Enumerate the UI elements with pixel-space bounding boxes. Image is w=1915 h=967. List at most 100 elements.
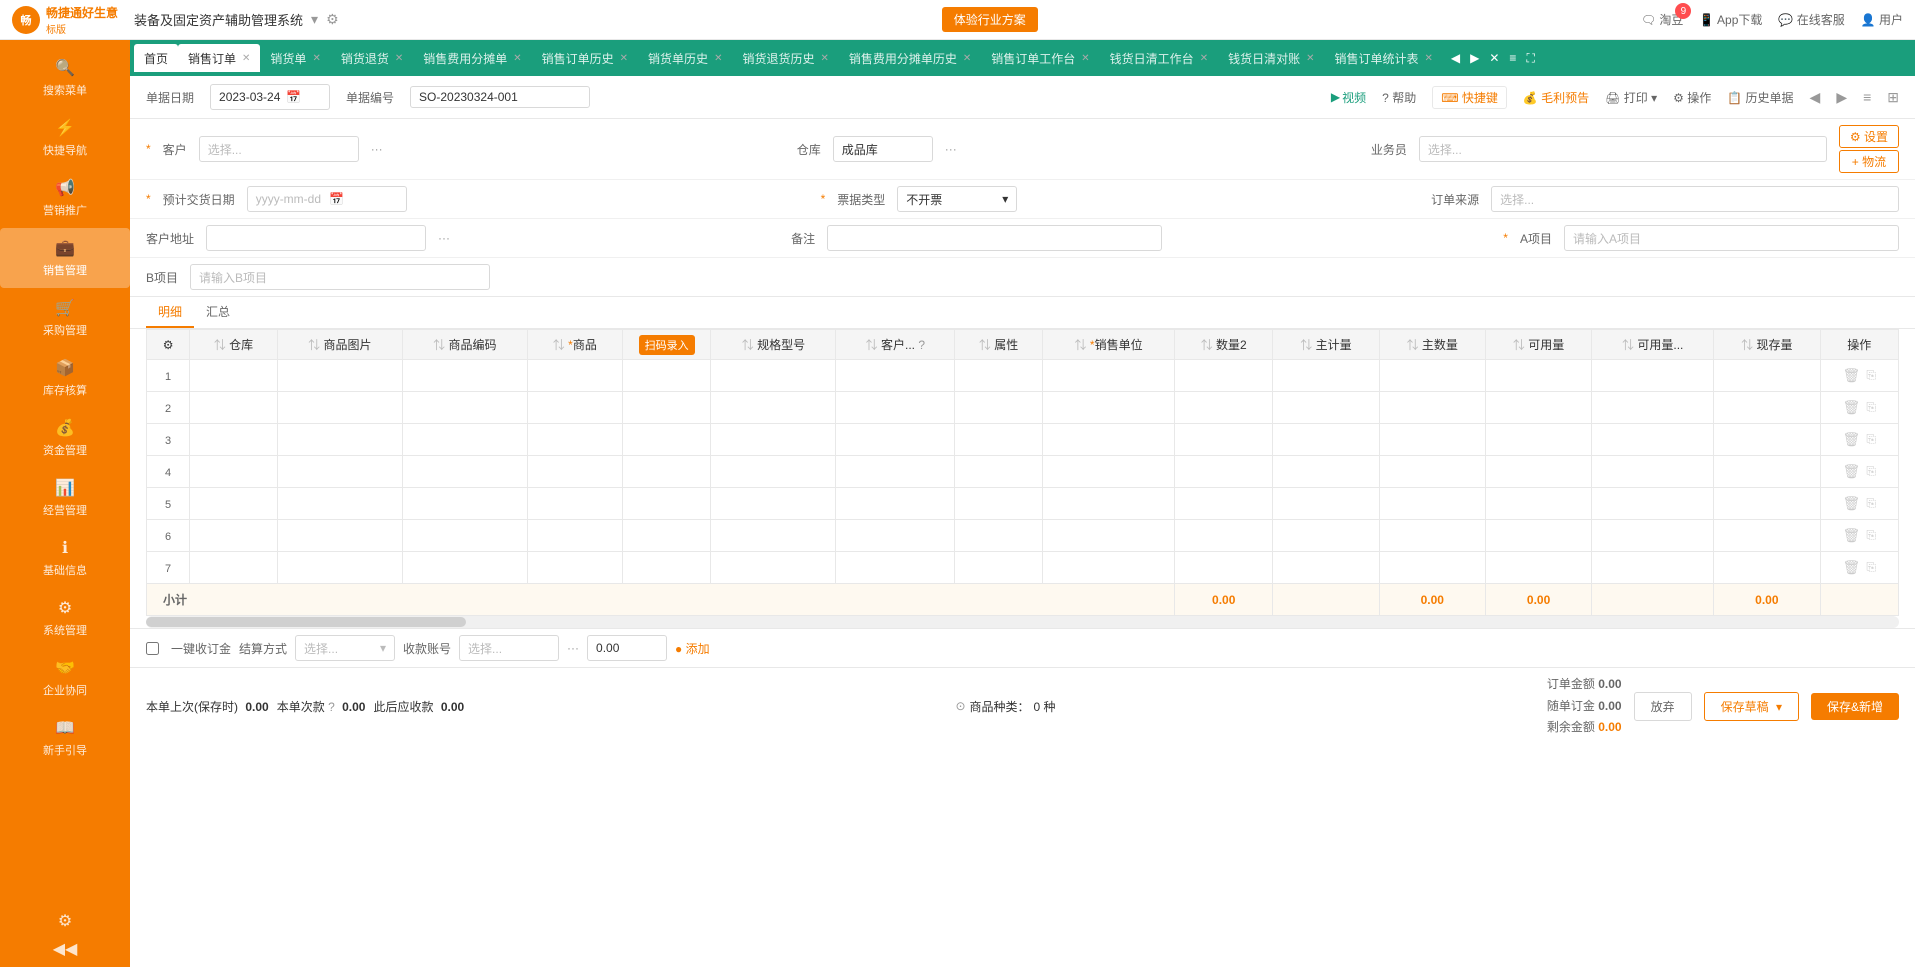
customer-code-info-icon[interactable]: ? (918, 338, 925, 352)
scan-btn[interactable]: 扫码录入 (639, 335, 695, 355)
sidebar-item-system[interactable]: ⚙ 系统管理 (0, 588, 130, 648)
tab-cash-workbench[interactable]: 钱货日清工作台 ✕ (1100, 44, 1218, 72)
b-project-input[interactable]: 请输入B项目 (190, 264, 490, 290)
amount-input[interactable]: 0.00 (587, 635, 667, 661)
close-fee-split-tab[interactable]: ✕ (513, 53, 521, 64)
tab-menu-icon[interactable]: ≡ (1505, 49, 1520, 67)
sidebar-item-operations[interactable]: 📊 经营管理 (0, 468, 130, 528)
debit-info-icon[interactable]: ? (328, 700, 335, 714)
tab-invoice[interactable]: 销货单 ✕ (260, 44, 330, 72)
scrollbar-thumb[interactable] (146, 617, 466, 627)
tab-fee-history[interactable]: 销售费用分摊单历史 ✕ (839, 44, 981, 72)
row-copy-icon[interactable]: ⎘ (1866, 368, 1876, 383)
help-btn[interactable]: ? 帮助 (1382, 89, 1416, 106)
close-invoice-history-tab[interactable]: ✕ (714, 53, 722, 64)
row-delete-icon[interactable]: 🗑 (1843, 399, 1861, 416)
close-order-workbench-tab[interactable]: ✕ (1081, 53, 1089, 64)
account-input[interactable]: 选择... (459, 635, 559, 661)
sidebar-settings-icon[interactable]: ⚙ (58, 911, 72, 931)
row-delete-icon[interactable]: 🗑 (1843, 463, 1861, 480)
col-scan[interactable]: 扫码录入 (622, 330, 711, 360)
close-sales-order-tab[interactable]: ✕ (242, 53, 250, 64)
row-copy-icon[interactable]: ⎘ (1866, 432, 1876, 447)
sidebar-item-search[interactable]: 🔍 搜索菜单 (0, 48, 130, 108)
settings-button[interactable]: ⚙ 设置 (1839, 125, 1899, 148)
sidebar-item-guide[interactable]: 📖 新手引导 (0, 708, 130, 768)
row-delete-icon[interactable]: 🗑 (1843, 527, 1861, 544)
row-copy-icon[interactable]: ⎘ (1866, 496, 1876, 511)
sidebar-item-purchase[interactable]: 🛒 采购管理 (0, 288, 130, 348)
tab-fee-split[interactable]: 销售费用分摊单 ✕ (413, 44, 531, 72)
address-ellipsis[interactable]: ··· (438, 231, 450, 245)
user-menu[interactable]: 👤 用户 (1861, 11, 1903, 28)
a-project-input[interactable]: 请输入A项目 (1564, 225, 1899, 251)
logistics-button[interactable]: + 物流 (1839, 150, 1899, 173)
sidebar-item-basic[interactable]: ℹ 基础信息 (0, 528, 130, 588)
sidebar-collapse-icon[interactable]: ◀◀ (53, 939, 78, 959)
col-stock[interactable]: ⇅ 现存量 (1714, 330, 1820, 360)
date-input[interactable]: 2023-03-24 📅 (210, 84, 330, 110)
sidebar-item-finance[interactable]: 💰 资金管理 (0, 408, 130, 468)
discard-button[interactable]: 放弃 (1634, 692, 1692, 721)
close-return-tab[interactable]: ✕ (395, 53, 403, 64)
close-cash-workbench-tab[interactable]: ✕ (1200, 53, 1208, 64)
close-order-stats-tab[interactable]: ✕ (1425, 53, 1433, 64)
col-main-unit[interactable]: ⇅ 主计量 (1273, 330, 1379, 360)
close-invoice-tab[interactable]: ✕ (312, 53, 320, 64)
save-draft-dropdown-icon[interactable]: ▾ (1776, 700, 1782, 714)
row-copy-icon[interactable]: ⎘ (1866, 464, 1876, 479)
tab-home[interactable]: 首页 (134, 44, 178, 72)
sidebar-item-quicknav[interactable]: ⚡ 快捷导航 (0, 108, 130, 168)
list-view-icon[interactable]: ≡ (1863, 89, 1871, 105)
sidebar-item-collaborate[interactable]: 🤝 企业协同 (0, 648, 130, 708)
col-settings[interactable]: ⚙ (147, 330, 190, 360)
print-btn[interactable]: 🖨 打印 ▾ (1605, 89, 1657, 106)
sidebar-item-sales[interactable]: 💼 销售管理 (0, 228, 130, 288)
tab-sales-order[interactable]: 销售订单 ✕ (178, 44, 260, 72)
tab-fullscreen-icon[interactable]: ⛶ (1522, 49, 1538, 68)
row-copy-icon[interactable]: ⎘ (1866, 560, 1876, 575)
customer-input[interactable]: 选择... (199, 136, 359, 162)
horizontal-scrollbar[interactable] (146, 616, 1899, 628)
customer-ellipsis[interactable]: ··· (371, 142, 383, 156)
tab-return-history[interactable]: 销货退货历史 ✕ (732, 44, 838, 72)
address-input[interactable] (206, 225, 426, 251)
col-warehouse[interactable]: ⇅ 仓库 (190, 330, 278, 360)
view-video-btn[interactable]: ▶ 视频 (1331, 89, 1366, 106)
row-copy-icon[interactable]: ⎘ (1866, 400, 1876, 415)
salesperson-input[interactable]: 选择... (1419, 136, 1827, 162)
warehouse-input[interactable]: 成品库 (833, 136, 933, 162)
col-main-qty[interactable]: ⇅ 主数量 (1379, 330, 1485, 360)
order-source-input[interactable]: 选择... (1491, 186, 1899, 212)
history-btn[interactable]: 📋 历史单据 (1727, 89, 1793, 106)
one-click-checkbox[interactable] (146, 642, 159, 655)
col-qty2[interactable]: ⇅ 数量2 (1175, 330, 1273, 360)
row-delete-icon[interactable]: 🗑 (1843, 367, 1861, 384)
settings-icon[interactable]: ⚙ (326, 11, 339, 28)
tab-next-arrow[interactable]: ▶ (1466, 49, 1483, 67)
system-dropdown-icon[interactable]: ▾ (311, 11, 318, 28)
close-fee-history-tab[interactable]: ✕ (963, 53, 971, 64)
tab-prev-arrow[interactable]: ◀ (1447, 49, 1464, 67)
tab-close-icon[interactable]: ✕ (1485, 49, 1503, 67)
nav-prev-icon[interactable]: ◀ (1810, 89, 1821, 106)
col-available2[interactable]: ⇅ 可用量... (1592, 330, 1714, 360)
col-sales-unit[interactable]: ⇅ *销售单位 (1042, 330, 1174, 360)
tab-order-workbench[interactable]: 销售订单工作台 ✕ (981, 44, 1099, 72)
row-delete-icon[interactable]: 🗑 (1843, 431, 1861, 448)
invoice-select[interactable]: 不开票 ▾ (897, 186, 1017, 212)
col-product-image[interactable]: ⇅ 商品图片 (277, 330, 402, 360)
close-cash-reconcile-tab[interactable]: ✕ (1306, 53, 1314, 64)
row-delete-icon[interactable]: 🗑 (1843, 559, 1861, 576)
col-product[interactable]: ⇅ *商品 (527, 330, 622, 360)
grid-view-icon[interactable]: ⊞ (1887, 89, 1899, 106)
tab-return[interactable]: 销货退货 ✕ (331, 44, 413, 72)
add-payment-btn[interactable]: ● 添加 (675, 640, 710, 657)
shortcut-btn[interactable]: ⌨ 快捷键 (1432, 86, 1507, 109)
settlement-select[interactable]: 选择... ▾ (295, 635, 395, 661)
col-customer-code[interactable]: ⇅ 客户... ? (836, 330, 955, 360)
warehouse-ellipsis[interactable]: ··· (945, 142, 957, 156)
ops-btn[interactable]: ⚙ 操作 (1673, 89, 1711, 106)
sidebar-item-marketing[interactable]: 📢 营销推广 (0, 168, 130, 228)
online-service[interactable]: 💬 在线客服 (1778, 11, 1844, 28)
